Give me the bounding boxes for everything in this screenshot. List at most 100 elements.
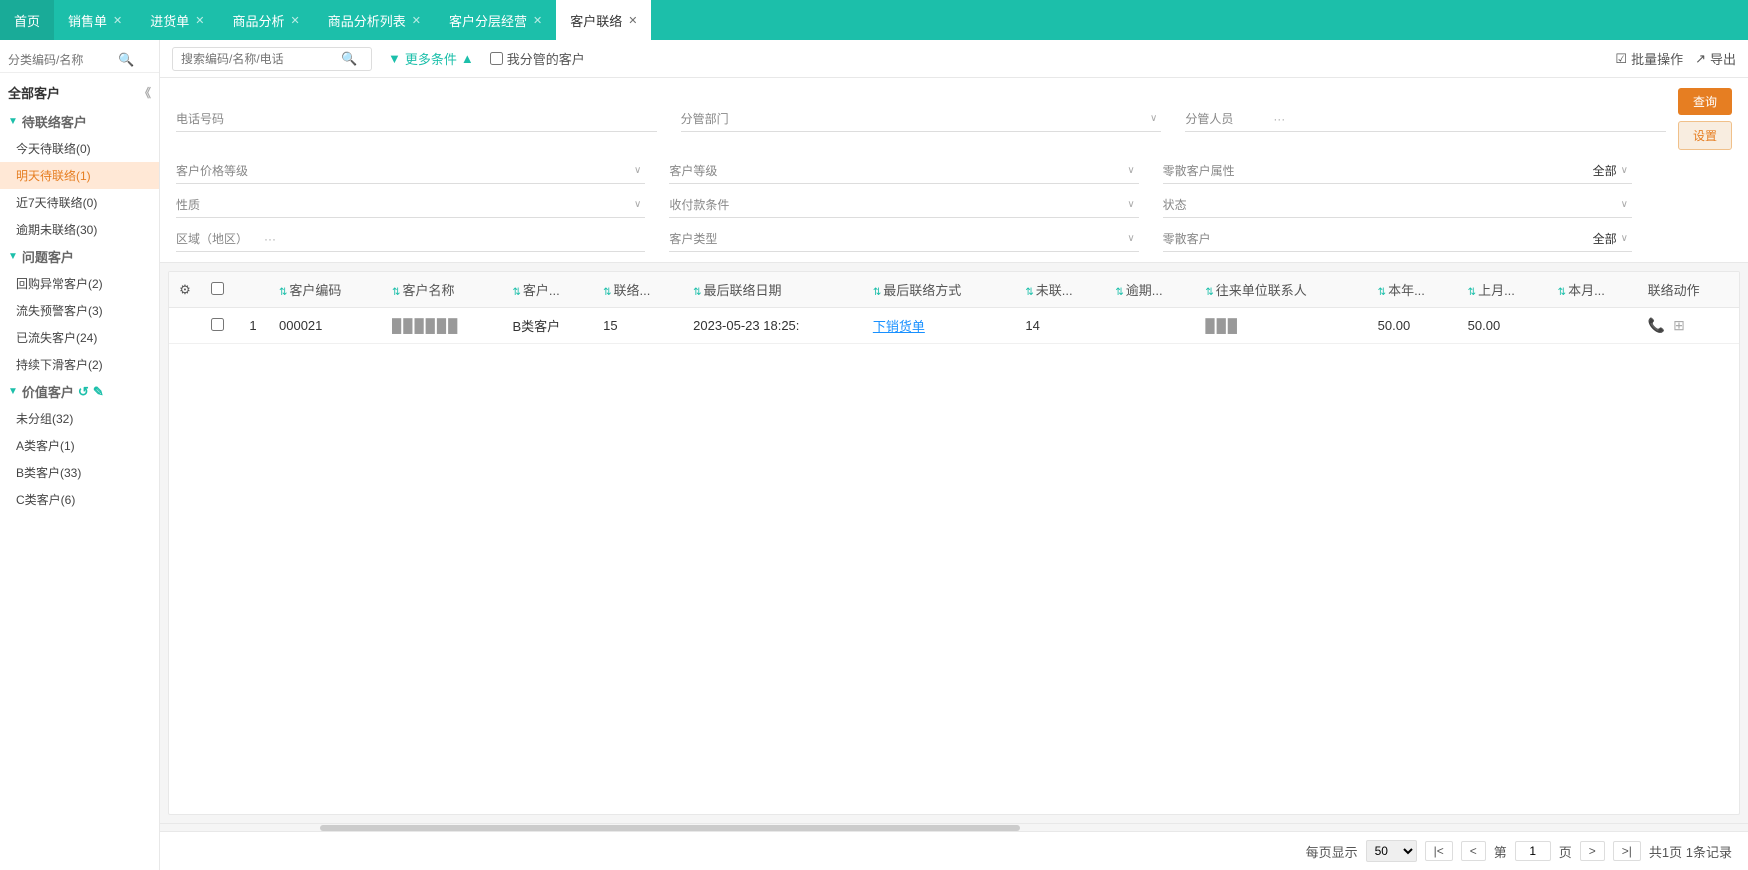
row-check-cell[interactable] [201, 308, 233, 344]
close-icon[interactable]: ✕ [628, 14, 637, 27]
horizontal-scrollbar[interactable] [160, 823, 1748, 831]
chevron-down-icon: ∨ [634, 199, 641, 210]
row-action-cell: 📞 ⊞ [1642, 308, 1739, 344]
chevron-down-icon: ∨ [1621, 199, 1628, 210]
nav-tab-product-analysis-list[interactable]: 商品分析列表 ✕ [314, 0, 435, 40]
nav-tab-purchase[interactable]: 进货单 ✕ [136, 0, 218, 40]
close-icon[interactable]: ✕ [291, 14, 300, 27]
cust-type-label: 客户类型 [669, 230, 749, 247]
close-icon[interactable]: ✕ [113, 14, 122, 27]
sidebar-item-c-class[interactable]: C类客户(6) [0, 486, 159, 513]
search-input[interactable] [181, 52, 341, 66]
export-btn[interactable]: ↗ 导出 [1695, 49, 1736, 68]
more-icon[interactable]: ··· [1265, 112, 1293, 126]
scrollbar-thumb[interactable] [320, 825, 1020, 831]
row-last-method-cell[interactable]: 下销货单 [867, 308, 1020, 344]
filter-cust-level[interactable]: 客户等级 ∨ [669, 158, 1138, 184]
filter-more-btn[interactable]: ▼ 更多条件 ▲ [380, 46, 482, 71]
filter-nature[interactable]: 性质 ∨ [176, 192, 645, 218]
customer-table: ⚙ ⇅客户编码 ⇅客户名称 ⇅客户... ⇅联络... ⇅最后联络日期 ⇅最后联… [169, 272, 1739, 344]
phone-input[interactable] [256, 112, 657, 126]
nav-tab-customer-contact[interactable]: 客户联络 ✕ [556, 0, 651, 40]
my-customer-checkbox-label[interactable]: 我分管的客户 [490, 49, 585, 68]
row-contacts-cell: 15 [597, 308, 687, 344]
sidebar-item-churn-warning[interactable]: 流失预警客户(3) [0, 297, 159, 324]
col-last-date-header[interactable]: ⇅最后联络日期 [687, 272, 867, 308]
col-code-header[interactable]: ⇅客户编码 [273, 272, 386, 308]
col-contacts-header[interactable]: ⇅联络... [597, 272, 687, 308]
sidebar-item-today[interactable]: 今天待联络(0) [0, 135, 159, 162]
col-this-year-header[interactable]: ⇅本年... [1372, 272, 1462, 308]
settings-button[interactable]: 设置 [1678, 121, 1732, 150]
sidebar-item-repurchase-abnormal[interactable]: 回购异常客户(2) [0, 270, 159, 297]
call-icon[interactable]: 📞 [1648, 317, 1665, 334]
col-this-month-header[interactable]: ⇅本月... [1552, 272, 1642, 308]
next-page-btn[interactable]: > [1580, 841, 1605, 861]
filter-dept[interactable]: 分管部门 ∨ [681, 106, 1162, 132]
page-number-input[interactable] [1515, 841, 1551, 861]
sidebar-item-tomorrow[interactable]: 明天待联络(1) [0, 162, 159, 189]
sidebar-item-7days[interactable]: 近7天待联络(0) [0, 189, 159, 216]
refresh-icon[interactable]: ↺ [78, 384, 89, 400]
data-table-wrapper: ⚙ ⇅客户编码 ⇅客户名称 ⇅客户... ⇅联络... ⇅最后联络日期 ⇅最后联… [168, 271, 1740, 815]
nav-home[interactable]: 首页 [0, 0, 54, 40]
total-label: 共1页 1条记录 [1649, 842, 1732, 861]
search-icon[interactable]: 🔍 [118, 52, 134, 68]
col-last-method-header[interactable]: ⇅最后联络方式 [867, 272, 1020, 308]
row-checkbox[interactable] [211, 318, 224, 331]
prev-page-btn[interactable]: < [1461, 841, 1486, 861]
filter-price-level[interactable]: 客户价格等级 ∨ [176, 158, 645, 184]
close-icon[interactable]: ✕ [412, 14, 421, 27]
search-icon[interactable]: 🔍 [341, 51, 357, 67]
payment-label: 收付款条件 [669, 196, 749, 213]
row-setting-cell [169, 308, 201, 344]
sidebar-item-b-class[interactable]: B类客户(33) [0, 459, 159, 486]
sidebar-item-churned[interactable]: 已流失客户(24) [0, 324, 159, 351]
close-icon[interactable]: ✕ [195, 14, 204, 27]
sidebar-item-a-class[interactable]: A类客户(1) [0, 432, 159, 459]
nav-tab-customer-layer[interactable]: 客户分层经营 ✕ [435, 0, 556, 40]
col-contact-person-header[interactable]: ⇅往来单位联系人 [1199, 272, 1371, 308]
last-page-btn[interactable]: >| [1613, 841, 1641, 861]
col-overdue-header[interactable]: ⇅逾期... [1109, 272, 1199, 308]
filter-retail-cust[interactable]: 零散客户 全部 ∨ [1163, 226, 1632, 252]
retail-cust-label: 零散客户 [1163, 230, 1243, 247]
sidebar-item-overdue[interactable]: 逾期未联络(30) [0, 216, 159, 243]
my-customer-checkbox[interactable] [490, 52, 503, 65]
export-icon: ↗ [1695, 51, 1706, 67]
col-setting-header[interactable]: ⚙ [169, 272, 201, 308]
col-name-header[interactable]: ⇅客户名称 [386, 272, 506, 308]
query-button[interactable]: 查询 [1678, 88, 1732, 115]
sidebar-all-customers[interactable]: 全部客户 《 [0, 77, 159, 108]
nav-tab-sales[interactable]: 销售单 ✕ [54, 0, 136, 40]
col-action-header: 联络动作 [1642, 272, 1739, 308]
bulk-operation-btn[interactable]: ☑ 批量操作 [1615, 49, 1683, 68]
sidebar-search-input[interactable] [8, 53, 118, 67]
table-footer: 每页显示 50 100 200 |< < 第 页 > >| 共1页 1条记录 [160, 831, 1748, 870]
per-page-select[interactable]: 50 100 200 [1366, 840, 1417, 862]
row-name-cell: ██████ [386, 308, 506, 344]
filter-cust-type[interactable]: 客户类型 ∨ [669, 226, 1138, 252]
first-page-btn[interactable]: |< [1425, 841, 1453, 861]
sidebar-item-ungrouped[interactable]: 未分组(32) [0, 405, 159, 432]
page-unit: 页 [1559, 842, 1572, 861]
more-icon[interactable]: ··· [256, 232, 284, 246]
grid-icon[interactable]: ⊞ [1673, 317, 1685, 334]
filter-row-2: 客户价格等级 ∨ 客户等级 ∨ 零散客户属性 全部 ∨ [176, 158, 1732, 184]
phone-label: 电话号码 [176, 110, 256, 127]
sidebar-section-pending: ▼ 待联络客户 [0, 108, 159, 135]
col-last-month-header[interactable]: ⇅上月... [1462, 272, 1552, 308]
table-row: 1 000021 ██████ B类客户 15 2023-05-23 18:25… [169, 308, 1739, 344]
close-icon[interactable]: ✕ [533, 14, 542, 27]
col-check-header[interactable] [201, 272, 233, 308]
nav-tab-product-analysis[interactable]: 商品分析 ✕ [218, 0, 313, 40]
filter-payment[interactable]: 收付款条件 ∨ [669, 192, 1138, 218]
edit-icon[interactable]: ✎ [93, 384, 104, 400]
filter-retail-attr[interactable]: 零散客户属性 全部 ∨ [1163, 158, 1632, 184]
col-type-header[interactable]: ⇅客户... [506, 272, 597, 308]
col-not-linked-header[interactable]: ⇅未联... [1019, 272, 1109, 308]
chevron-down-icon: ▼ [8, 386, 18, 397]
sidebar-item-declining[interactable]: 持续下滑客户(2) [0, 351, 159, 378]
select-all-checkbox[interactable] [211, 282, 224, 295]
filter-status[interactable]: 状态 ∨ [1163, 192, 1632, 218]
